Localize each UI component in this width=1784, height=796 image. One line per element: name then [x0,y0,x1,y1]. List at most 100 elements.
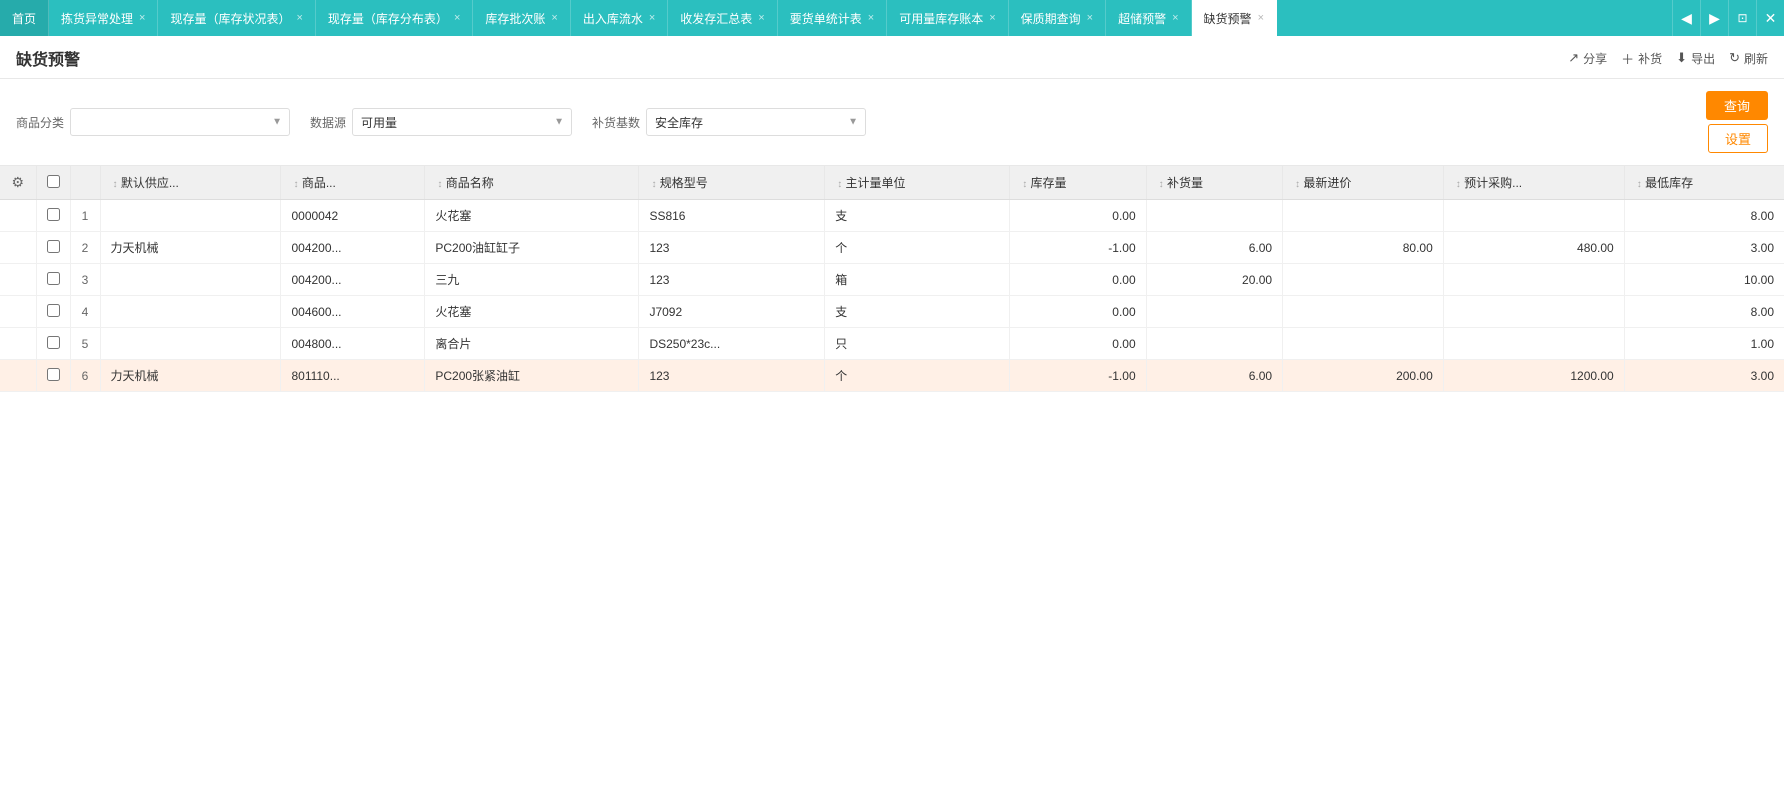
row-checkbox-4[interactable] [47,336,60,349]
settings-button[interactable]: 设置 [1708,124,1768,153]
th-gear[interactable]: ⚙ [0,166,36,200]
td-cb-2[interactable] [36,264,70,296]
td-price-3 [1283,296,1444,328]
tab-close-1[interactable]: × [139,12,145,24]
tab-prev-button[interactable]: ◀ [1672,0,1700,36]
table-row: 2 力天机械 004200... PC200油缸缸子 123 个 -1.00 6… [0,232,1784,264]
th-unit: ↕ 主计量单位 [825,166,1010,200]
td-name-0: 火花塞 [425,200,639,232]
tab-close-6[interactable]: × [758,12,764,24]
td-est-5: 1200.00 [1443,360,1624,392]
td-cb-1[interactable] [36,232,70,264]
tab-current-stock-status[interactable]: 现存量（库存状况表） × [158,0,315,36]
th-est-purchase: ↕ 预计采购... [1443,166,1624,200]
td-stock-0: 0.00 [1010,200,1146,232]
td-replenish-0 [1146,200,1282,232]
tab-available-ledger[interactable]: 可用量库存账本 × [887,0,1008,36]
th-min-stock: ↕ 最低库存 [1624,166,1784,200]
refresh-button[interactable]: ↻ 刷新 [1729,50,1768,67]
tab-close-10[interactable]: × [1172,12,1178,24]
share-button[interactable]: ↗ 分享 [1568,50,1607,67]
sort-spec-icon[interactable]: ↕ [651,179,656,190]
tab-restore-button[interactable]: ⊡ [1728,0,1756,36]
row-checkbox-3[interactable] [47,304,60,317]
sort-name-icon[interactable]: ↕ [437,179,442,190]
td-cb-3[interactable] [36,296,70,328]
tab-home[interactable]: 首页 [0,0,49,36]
sort-supplier-icon[interactable]: ↕ [113,179,118,190]
tab-nav-buttons: ◀ ▶ ⊡ ✕ [1672,0,1784,36]
tab-current-stock-dist[interactable]: 现存量（库存分布表） × [316,0,473,36]
select-all-checkbox[interactable] [47,175,60,188]
tab-close-3[interactable]: × [454,12,460,24]
sort-est-icon[interactable]: ↕ [1456,179,1461,190]
tab-close-5[interactable]: × [649,12,655,24]
tab-close-9[interactable]: × [1087,12,1093,24]
replenish-filter-group: 补货基数 安全库存 ▼ [592,108,866,136]
replenish-button[interactable]: ＋ 补货 [1621,49,1662,68]
sort-price-icon[interactable]: ↕ [1295,179,1300,190]
td-code-5: 801110... [281,360,425,392]
row-checkbox-0[interactable] [47,208,60,221]
td-name-3: 火花塞 [425,296,639,328]
tab-close-11[interactable]: × [1258,12,1264,24]
sort-unit-icon[interactable]: ↕ [837,179,842,190]
row-checkbox-1[interactable] [47,240,60,253]
row-checkbox-5[interactable] [47,368,60,381]
replenish-select-wrapper: 安全库存 ▼ [646,108,866,136]
tab-expiry-query[interactable]: 保质期查询 × [1009,0,1106,36]
row-checkbox-2[interactable] [47,272,60,285]
column-settings-icon[interactable]: ⚙ [11,174,24,190]
td-cb-0[interactable] [36,200,70,232]
tab-overstock-warning[interactable]: 超储预警 × [1106,0,1191,36]
tab-close-4[interactable]: × [551,12,557,24]
td-stock-1: -1.00 [1010,232,1146,264]
td-unit-1: 个 [825,232,1010,264]
share-icon: ↗ [1568,50,1579,66]
td-cb-5[interactable] [36,360,70,392]
table-row: 3 004200... 三九 123 箱 0.00 20.00 10.00 [0,264,1784,296]
td-rownum-3: 4 [70,296,100,328]
td-unit-5: 个 [825,360,1010,392]
datasource-select[interactable]: 可用量 [352,108,572,136]
td-rownum-0: 1 [70,200,100,232]
category-filter-group: 商品分类 ▼ [16,108,290,136]
td-cb-4[interactable] [36,328,70,360]
sort-stock-icon[interactable]: ↕ [1022,179,1027,190]
td-supplier-0 [100,200,281,232]
tab-demand-stats[interactable]: 要货单统计表 × [778,0,887,36]
tab-inout-flow[interactable]: 出入库流水 × [571,0,668,36]
td-spec-0: SS816 [639,200,825,232]
sort-replenish-icon[interactable]: ↕ [1159,179,1164,190]
tab-batch-account[interactable]: 库存批次账 × [473,0,570,36]
tab-close-8[interactable]: × [989,12,995,24]
query-button[interactable]: 查询 [1706,91,1768,120]
td-minstock-1: 3.00 [1624,232,1784,264]
tab-receipt-summary[interactable]: 收发存汇总表 × [668,0,777,36]
tab-shortage-warning[interactable]: 缺货预警 × [1192,0,1277,36]
th-checkbox [36,166,70,200]
export-button[interactable]: ⬇ 导出 [1676,50,1715,67]
export-icon: ⬇ [1676,50,1687,66]
th-replenish-qty: ↕ 补货量 [1146,166,1282,200]
sort-min-icon[interactable]: ↕ [1637,179,1642,190]
td-price-1: 80.00 [1283,232,1444,264]
tab-picking-exception[interactable]: 拣货异常处理 × [49,0,158,36]
td-stock-5: -1.00 [1010,360,1146,392]
td-gear-0 [0,200,36,232]
td-est-0 [1443,200,1624,232]
tab-next-button[interactable]: ▶ [1700,0,1728,36]
table-header-row: ⚙ ↕ 默认供应... ↕ 商品... ↕ [0,166,1784,200]
sort-code-icon[interactable]: ↕ [293,179,298,190]
td-spec-3: J7092 [639,296,825,328]
replenish-select[interactable]: 安全库存 [646,108,866,136]
td-est-1: 480.00 [1443,232,1624,264]
category-select[interactable] [70,108,290,136]
td-gear-1 [0,232,36,264]
tab-close-7[interactable]: × [868,12,874,24]
tab-close-all-button[interactable]: ✕ [1756,0,1784,36]
table-container: ⚙ ↕ 默认供应... ↕ 商品... ↕ [0,166,1784,392]
td-code-3: 004600... [281,296,425,328]
tab-close-2[interactable]: × [296,12,302,24]
td-stock-4: 0.00 [1010,328,1146,360]
